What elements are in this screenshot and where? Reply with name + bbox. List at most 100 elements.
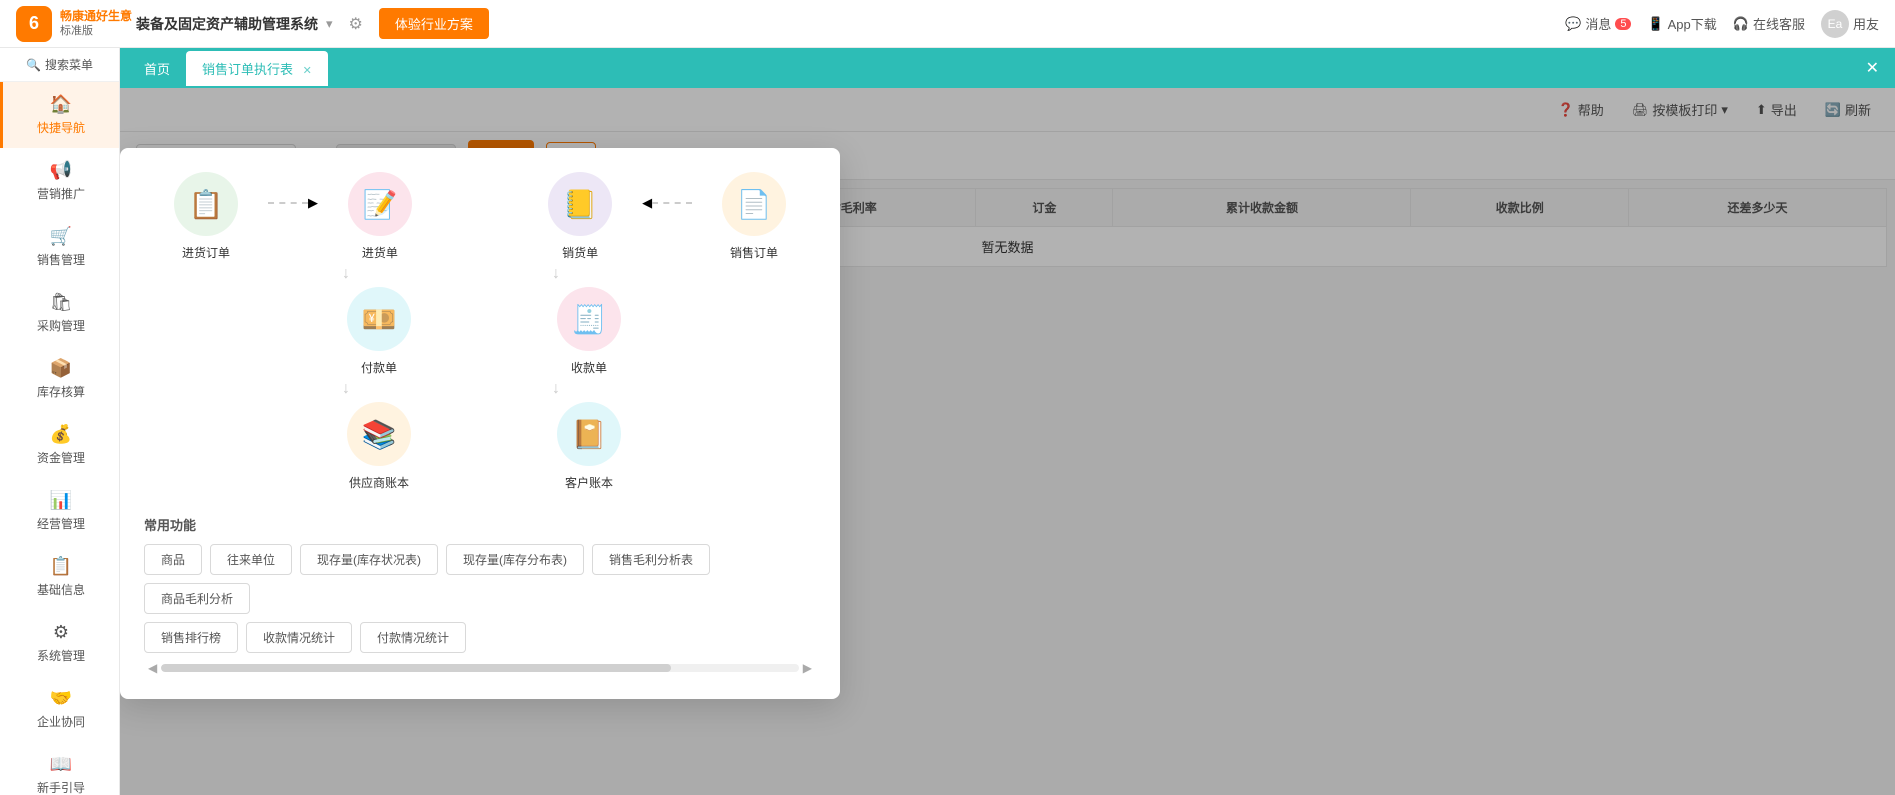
top-bar: 6 畅康通好生意 标准版 装备及固定资产辅助管理系统 ▾ ⚙ 体验行业方案 💬 … (0, 0, 1895, 48)
payment-label: 付款单 (361, 359, 397, 376)
arrow-down-pr: ↓ (314, 265, 378, 283)
purchase-order-label: 进货订单 (182, 244, 230, 261)
sidebar-item-basic-info[interactable]: 📋 基础信息 (0, 544, 119, 610)
user-item[interactable]: Ea 用友 (1821, 10, 1879, 38)
func-btn-stock-dist[interactable]: 现存量(库存分布表) (446, 544, 584, 575)
flow-row-5: 📚 供应商账本 📔 客户账本 (314, 402, 816, 491)
marketing-icon: 📢 (50, 160, 72, 181)
flow-row-4-arrows: ↓ ↓ (314, 376, 816, 402)
tab-close-icon[interactable]: ✕ (303, 65, 312, 77)
page-content: ❓ 帮助 🖨 按模板打印 ▾ ⬆ 导出 🔄 刷新 (120, 88, 1895, 795)
modal-scrollbar: ◀ ▶ (144, 653, 816, 675)
app-download-item[interactable]: 📱 App下载 (1647, 14, 1716, 33)
sidebar-label-enterprise: 企业协同 (37, 713, 85, 730)
sidebar-search[interactable]: 🔍 搜索菜单 (0, 48, 119, 82)
settings-icon[interactable]: ⚙ (349, 14, 363, 34)
flow-node-receipt[interactable]: 🧾 收款单 (524, 287, 654, 376)
sidebar-item-marketing[interactable]: 📢 营销推广 (0, 148, 119, 214)
flow-row-3: 💴 付款单 🧾 收款单 (314, 287, 816, 376)
tab-bar: 首页 销售订单执行表 ✕ ✕ (120, 48, 1895, 88)
scroll-left-icon[interactable]: ◀ (144, 661, 161, 675)
sales-order-icon: 📄 (722, 172, 786, 236)
sidebar-label-newbie: 新手引导 (37, 779, 85, 795)
flow-node-customer-ledger[interactable]: 📔 客户账本 (524, 402, 654, 491)
basic-info-icon: 📋 (50, 556, 72, 577)
dropdown-arrow-icon[interactable]: ▾ (326, 16, 333, 32)
func-btn-sales-profit[interactable]: 销售毛利分析表 (592, 544, 710, 575)
arrow-po-to-pr: ▶ (268, 195, 318, 239)
sidebar-item-quick-nav[interactable]: 🏠 快捷导航 (0, 82, 119, 148)
arrow-down-pay: ↓ (314, 380, 378, 398)
func-btn-goods-profit[interactable]: 商品毛利分析 (144, 583, 250, 614)
flow-node-purchase-order[interactable]: 📋 进货订单 (144, 172, 268, 261)
func-buttons: 商品 往来单位 现存量(库存状况表) 现存量(库存分布表) 销售毛利分析表 商品… (144, 544, 816, 614)
logo-icon: 6 (16, 6, 52, 42)
newbie-icon: 📖 (50, 754, 72, 775)
trial-button[interactable]: 体验行业方案 (379, 8, 489, 39)
customer-ledger-icon: 📔 (557, 402, 621, 466)
tab-home[interactable]: 首页 (128, 51, 186, 86)
message-badge: 5 (1615, 18, 1631, 30)
flow-node-supplier-ledger[interactable]: 📚 供应商账本 (314, 402, 444, 491)
supplier-ledger-icon: 📚 (347, 402, 411, 466)
sidebar-label-basic-info: 基础信息 (37, 581, 85, 598)
sidebar-label-quick-nav: 快捷导航 (37, 119, 85, 136)
sidebar-item-sales[interactable]: 🛒 销售管理 (0, 214, 119, 280)
tab-sales-order-exec[interactable]: 销售订单执行表 ✕ (186, 51, 328, 86)
flow-node-payment[interactable]: 💴 付款单 (314, 287, 444, 376)
flow-node-purchase-receipt[interactable]: 📝 进货单 (318, 172, 442, 261)
purchase-order-icon: 📋 (174, 172, 238, 236)
modal-box: 📋 进货订单 ▶ 📝 (120, 148, 840, 699)
sidebar-item-finance[interactable]: 💰 资金管理 (0, 412, 119, 478)
finance-icon: 💰 (50, 424, 72, 445)
online-service-item[interactable]: 🎧 在线客服 (1733, 14, 1805, 33)
scroll-right-icon[interactable]: ▶ (799, 661, 816, 675)
func-btn-contacts[interactable]: 往来单位 (210, 544, 292, 575)
scroll-track[interactable] (161, 664, 799, 672)
flow-row-1: 📋 进货订单 ▶ 📝 (144, 172, 816, 261)
sidebar-item-inventory[interactable]: 📦 库存核算 (0, 346, 119, 412)
flow-node-sales-bill[interactable]: 📒 销货单 (518, 172, 642, 261)
logo-area: 6 畅康通好生意 标准版 (16, 6, 136, 42)
tab-bar-close-icon[interactable]: ✕ (1858, 54, 1887, 82)
sidebar-label-system: 系统管理 (37, 647, 85, 664)
sidebar-label-inventory: 库存核算 (37, 383, 85, 400)
sales-order-label: 销售订单 (730, 244, 778, 261)
search-icon: 🔍 (26, 58, 41, 72)
receipt-label: 收款单 (571, 359, 607, 376)
enterprise-icon: 🤝 (50, 688, 72, 709)
modal-overlay[interactable]: 📋 进货订单 ▶ 📝 (120, 88, 1895, 795)
receipt-icon: 🧾 (557, 287, 621, 351)
common-func-title: 常用功能 (144, 515, 816, 534)
sidebar-item-purchase[interactable]: 🛍 采购管理 (0, 280, 119, 346)
sidebar-item-enterprise[interactable]: 🤝 企业协同 (0, 676, 119, 742)
func-buttons-2: 销售排行榜 收款情况统计 付款情况统计 (144, 622, 816, 653)
sidebar-label-marketing: 营销推广 (37, 185, 85, 202)
sidebar-item-operations[interactable]: 📊 经营管理 (0, 478, 119, 544)
func-btn-receipt-stats[interactable]: 收款情况统计 (246, 622, 352, 653)
system-title: 装备及固定资产辅助管理系统 (136, 14, 318, 34)
headset-icon: 🎧 (1733, 16, 1749, 32)
flow-section: 📋 进货订单 ▶ 📝 (144, 172, 816, 491)
scroll-thumb (161, 664, 671, 672)
content-area: 首页 销售订单执行表 ✕ ✕ ❓ 帮助 🖨 按模板打印 (120, 48, 1895, 795)
payment-icon: 💴 (347, 287, 411, 351)
top-right: 💬 消息 5 📱 App下载 🎧 在线客服 Ea 用友 (1565, 10, 1879, 38)
func-btn-goods[interactable]: 商品 (144, 544, 202, 575)
phone-icon: 📱 (1647, 16, 1663, 32)
message-item[interactable]: 💬 消息 5 (1565, 14, 1631, 33)
flow-node-sales-order[interactable]: 📄 销售订单 (692, 172, 816, 261)
purchase-receipt-label: 进货单 (362, 244, 398, 261)
func-btn-stock-status[interactable]: 现存量(库存状况表) (300, 544, 438, 575)
home-icon: 🏠 (50, 94, 72, 115)
func-btn-sales-rank[interactable]: 销售排行榜 (144, 622, 238, 653)
sales-bill-icon: 📒 (548, 172, 612, 236)
purchase-receipt-icon: 📝 (348, 172, 412, 236)
purchase-icon: 🛍 (50, 292, 73, 313)
system-icon: ⚙ (53, 622, 69, 643)
flow-row-2-arrows: ↓ ↓ (144, 261, 816, 287)
message-icon: 💬 (1565, 16, 1581, 32)
sidebar-item-system[interactable]: ⚙ 系统管理 (0, 610, 119, 676)
func-btn-payment-stats[interactable]: 付款情况统计 (360, 622, 466, 653)
sidebar-item-newbie[interactable]: 📖 新手引导 (0, 742, 119, 795)
